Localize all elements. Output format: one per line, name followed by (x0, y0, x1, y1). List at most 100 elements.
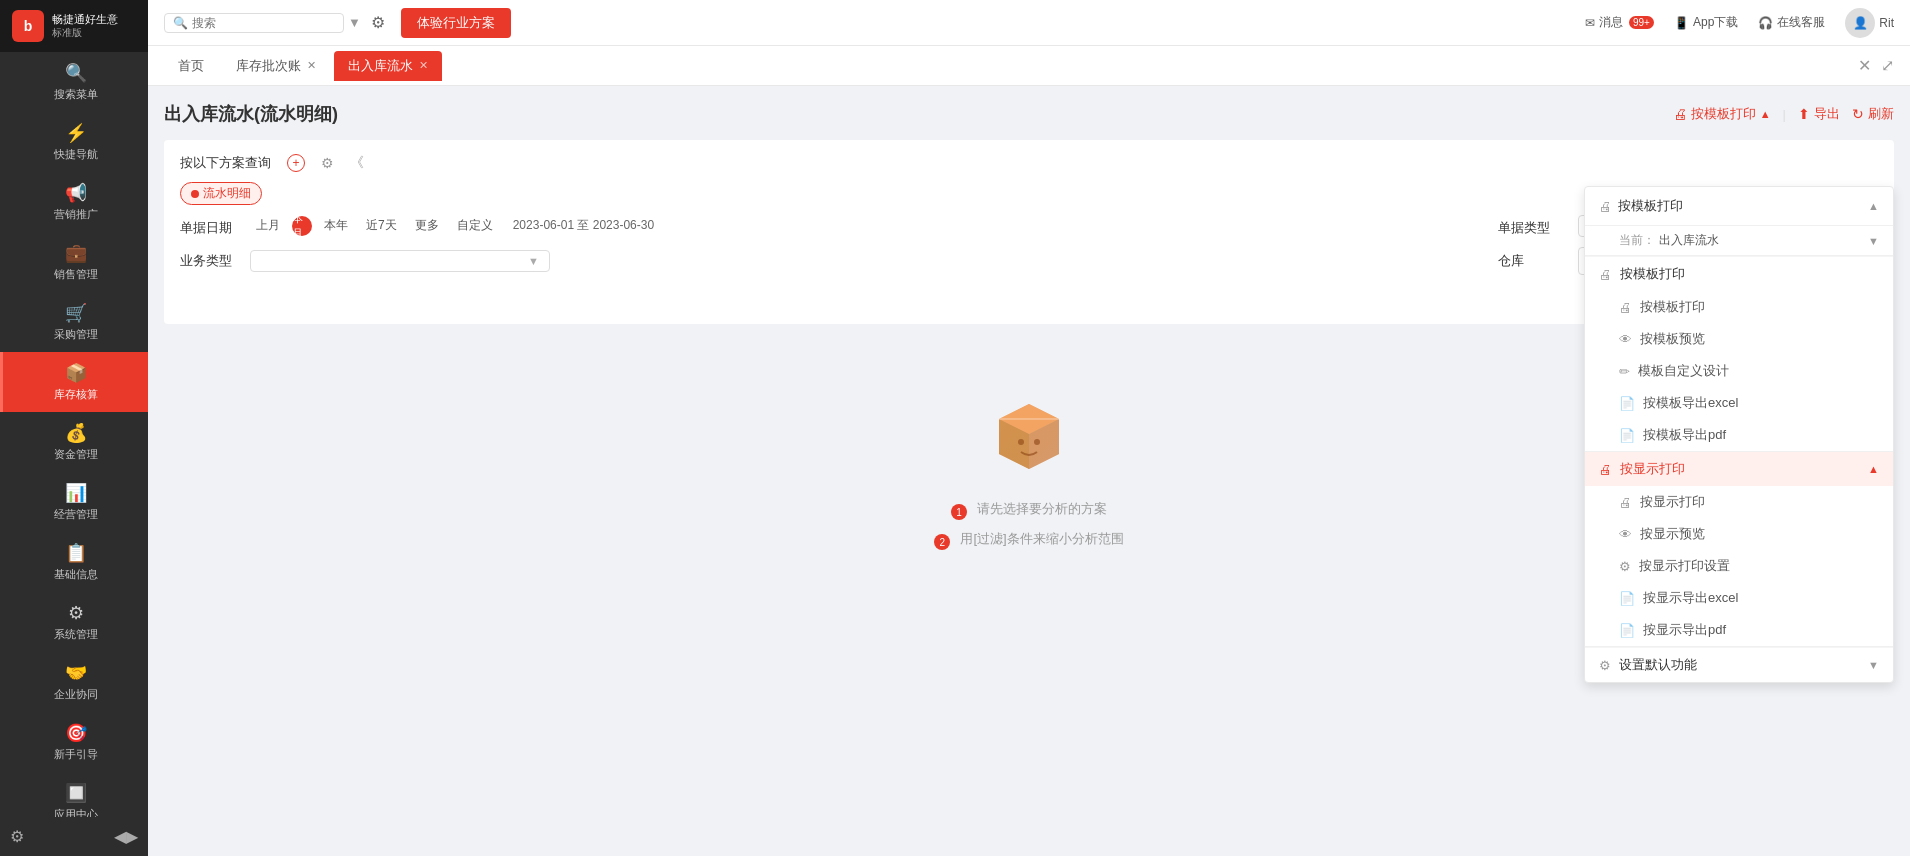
sidebar-nav: 🔍 搜索菜单 ⚡ 快捷导航 📢 营销推广 💼 销售管理 🛒 采购管理 📦 (0, 52, 148, 817)
template-print-item-4[interactable]: 📄 按模板导出excel (1585, 387, 1893, 419)
display-print-item-1[interactable]: 🖨 按显示打印 (1585, 486, 1893, 518)
template-print-item-5[interactable]: 📄 按模板导出pdf (1585, 419, 1893, 451)
display-print-item-2[interactable]: 👁 按显示预览 (1585, 518, 1893, 550)
dropdown-current-chevron-icon[interactable]: ▼ (1868, 235, 1879, 247)
display-print-icon: 🖨 (1599, 462, 1612, 477)
tab-batch-account-close-icon[interactable]: ✕ (307, 59, 316, 72)
search-input[interactable] (192, 16, 322, 30)
export-label: 导出 (1814, 105, 1840, 123)
app-download-button[interactable]: 📱 App下载 (1674, 14, 1738, 31)
sidebar-item-finance[interactable]: 💰 资金管理 (0, 412, 148, 472)
topbar-gear-icon[interactable]: ⚙ (371, 13, 385, 32)
mobile-icon: 📱 (1674, 16, 1689, 30)
expand-icon[interactable]: ⤢ (1881, 56, 1894, 75)
sidebar-item-system[interactable]: ⚙ 系统管理 (0, 592, 148, 652)
display-print-label: 按显示打印 (1620, 460, 1685, 478)
sidebar-item-app-center[interactable]: 🔲 应用中心 (0, 772, 148, 817)
inventory-icon: 📦 (65, 362, 87, 384)
system-icon: ⚙ (68, 602, 84, 624)
date-this-year-btn[interactable]: 本年 (318, 215, 354, 236)
refresh-button[interactable]: ↻ 刷新 (1852, 105, 1894, 123)
filter-tag-dot (191, 190, 199, 198)
date-custom-btn[interactable]: 自定义 (451, 215, 499, 236)
user-area[interactable]: 👤 Rit (1845, 8, 1894, 38)
tab-home[interactable]: 首页 (164, 51, 218, 81)
sidebar-item-search-menu[interactable]: 🔍 搜索菜单 (0, 52, 148, 112)
display-print-chevron-icon: ▲ (1868, 463, 1879, 475)
search-chevron-icon[interactable]: ▼ (348, 15, 361, 30)
template-print-item-2[interactable]: 👁 按模板预览 (1585, 323, 1893, 355)
topbar: 🔍 ▼ ⚙ 体验行业方案 ✉ 消息 99+ 📱 App下载 🎧 在线客服 (148, 0, 1910, 46)
display-print-item-4[interactable]: 📄 按显示导出excel (1585, 582, 1893, 614)
sidebar-logo: b 畅捷通好生意 标准版 (0, 0, 148, 52)
filter-collapse-icon[interactable]: 《 (350, 154, 364, 172)
hint-number-2: 2 (934, 534, 950, 550)
online-service-button[interactable]: 🎧 在线客服 (1758, 14, 1825, 31)
sidebar-item-guide[interactable]: 🎯 新手引导 (0, 712, 148, 772)
date-this-month-btn[interactable]: 本月 (292, 216, 312, 236)
avatar: 👤 (1845, 8, 1875, 38)
message-button[interactable]: ✉ 消息 99+ (1585, 14, 1654, 31)
date-7days-btn[interactable]: 近7天 (360, 215, 403, 236)
sidebar-item-quick-nav[interactable]: ⚡ 快捷导航 (0, 112, 148, 172)
sidebar-item-operations[interactable]: 📊 经营管理 (0, 472, 148, 532)
sidebar-settings-icon[interactable]: ⚙ (10, 827, 24, 846)
dropdown-header-chevron-icon[interactable]: ▲ (1868, 200, 1879, 212)
print-item-icon-2: 👁 (1619, 332, 1632, 347)
sidebar-collapse-icon[interactable]: ◀▶ (114, 827, 138, 846)
print-item-icon-1: 🖨 (1619, 300, 1632, 315)
template-print-item-1[interactable]: 🖨 按模板打印 (1585, 291, 1893, 323)
sidebar-item-marketing[interactable]: 📢 营销推广 (0, 172, 148, 232)
sidebar-item-purchase[interactable]: 🛒 采购管理 (0, 292, 148, 352)
main-content: 🔍 ▼ ⚙ 体验行业方案 ✉ 消息 99+ 📱 App下载 🎧 在线客服 (148, 0, 1910, 856)
sidebar-item-label: 资金管理 (54, 447, 98, 462)
template-print-item-3[interactable]: ✏ 模板自定义设计 (1585, 355, 1893, 387)
dropdown-header: 🖨 按模板打印 ▲ (1585, 187, 1893, 226)
dropdown-current-value: 出入库流水 (1659, 232, 1719, 249)
tabs-expand-icon[interactable]: ✕ ⤢ (1858, 56, 1894, 75)
sidebar-item-label: 搜索菜单 (54, 87, 98, 102)
trial-button[interactable]: 体验行业方案 (401, 8, 511, 38)
filter-settings-icon[interactable]: ⚙ (321, 155, 334, 171)
empty-hint-2: 2 用[过滤]条件来缩小分析范围 (934, 530, 1123, 554)
tab-inout-flow[interactable]: 出入库流水 ✕ (334, 51, 442, 81)
tab-inout-flow-close-icon[interactable]: ✕ (419, 59, 428, 72)
date-more-btn[interactable]: 更多 (409, 215, 445, 236)
dropdown-header-title: 🖨 按模板打印 (1599, 197, 1683, 215)
page-title: 出入库流水(流水明细) (164, 102, 338, 126)
display-print-item-3[interactable]: ⚙ 按显示打印设置 (1585, 550, 1893, 582)
default-func-icon: ⚙ (1599, 658, 1611, 673)
sidebar-item-cooperation[interactable]: 🤝 企业协同 (0, 652, 148, 712)
sidebar-item-sales[interactable]: 💼 销售管理 (0, 232, 148, 292)
template-print-header[interactable]: 🖨 按模板打印 (1585, 256, 1893, 291)
search-box[interactable]: 🔍 (164, 13, 344, 33)
filter-label: 按以下方案查询 (180, 154, 271, 172)
print-template-label: 按模板打印 (1691, 105, 1756, 123)
display-item-icon-1: 🖨 (1619, 495, 1632, 510)
default-func-header[interactable]: ⚙ 设置默认功能 ▼ (1585, 647, 1893, 682)
sidebar: b 畅捷通好生意 标准版 🔍 搜索菜单 ⚡ 快捷导航 📢 营销推广 💼 销 (0, 0, 148, 856)
svg-point-6 (1034, 439, 1040, 445)
template-print-item-3-label: 模板自定义设计 (1638, 362, 1729, 380)
business-type-chevron-icon: ▼ (528, 255, 539, 267)
print-template-button[interactable]: 🖨 按模板打印 ▲ (1673, 105, 1771, 123)
date-range-display: 2023-06-01 至 2023-06-30 (513, 217, 654, 234)
dropdown-current-row: 当前： 出入库流水 ▼ (1585, 226, 1893, 255)
business-type-select[interactable]: ▼ (250, 250, 550, 272)
sidebar-item-basics[interactable]: 📋 基础信息 (0, 532, 148, 592)
close-icon[interactable]: ✕ (1858, 56, 1871, 75)
display-print-item-5[interactable]: 📄 按显示导出pdf (1585, 614, 1893, 646)
refresh-icon: ↻ (1852, 106, 1864, 122)
display-print-item-3-label: 按显示打印设置 (1639, 557, 1730, 575)
display-item-icon-2: 👁 (1619, 527, 1632, 542)
date-last-month-btn[interactable]: 上月 (250, 215, 286, 236)
tab-batch-account[interactable]: 库存批次账 ✕ (222, 51, 330, 81)
display-print-header[interactable]: 🖨 按显示打印 ▲ (1585, 452, 1893, 486)
sidebar-item-inventory[interactable]: 📦 库存核算 (0, 352, 148, 412)
print-dropdown-panel: 🖨 按模板打印 ▲ 当前： 出入库流水 ▼ 🖨 按模板打印 (1584, 186, 1894, 683)
filter-tag-label: 流水明细 (203, 185, 251, 202)
filter-add-button[interactable]: + (287, 154, 305, 172)
export-button[interactable]: ⬆ 导出 (1798, 105, 1840, 123)
print-item-icon-4: 📄 (1619, 396, 1635, 411)
active-filter-tag[interactable]: 流水明细 (180, 182, 262, 205)
